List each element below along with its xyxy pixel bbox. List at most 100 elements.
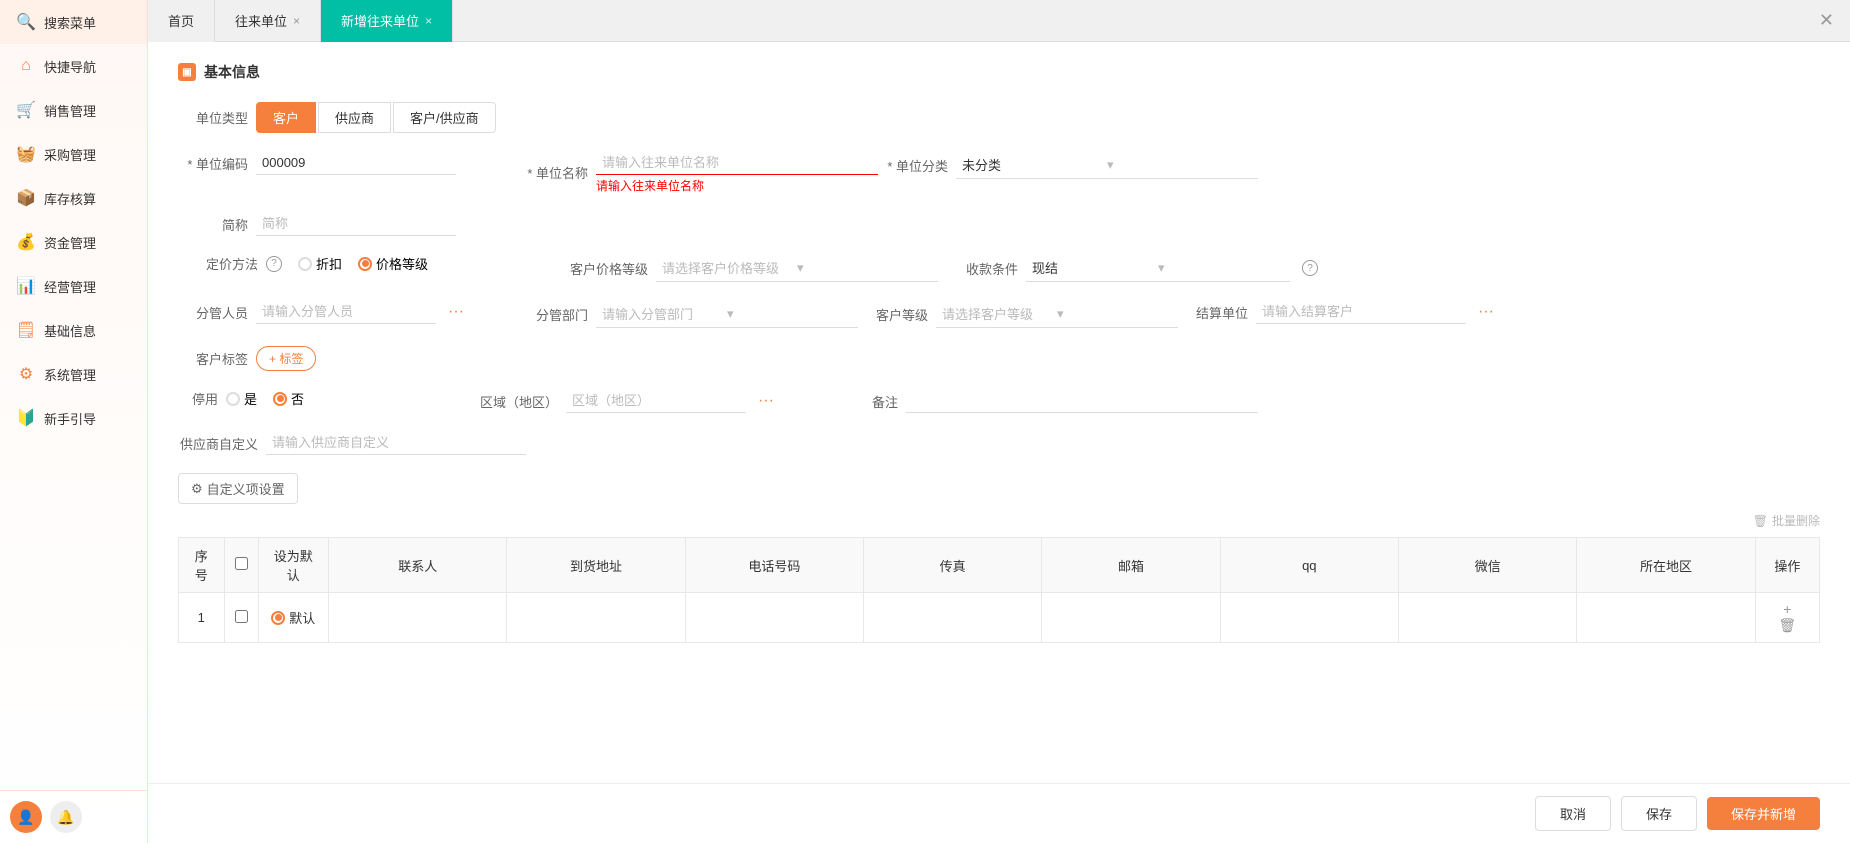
unit-type-label: 单位类型 [178,108,248,127]
pricing-radio-discount[interactable]: 折扣 [298,254,342,273]
batch-delete-label: 批量删除 [1772,512,1820,529]
unit-type-customer[interactable]: 客户 [256,102,316,133]
user-avatar[interactable]: 👤 [10,801,42,833]
manager-input[interactable] [256,300,436,324]
unit-category-dropdown[interactable]: 未分类 ▾ [956,151,1258,179]
tab-partner-close[interactable]: × [293,15,300,27]
payment-terms-dropdown[interactable]: 现结 ▾ [1026,254,1290,282]
short-name-row: 简称 [178,212,1820,236]
row-wechat-input[interactable] [1409,610,1566,625]
table-select-all[interactable] [235,557,248,570]
manager-label: 分管人员 [178,303,248,322]
row-contact-input[interactable] [339,610,496,625]
row-email-input[interactable] [1052,610,1209,625]
tab-partner[interactable]: 往来单位 × [215,0,321,42]
save-new-button[interactable]: 保存并新增 [1707,797,1820,830]
short-name-label: 简称 [178,215,248,234]
col-email: 邮箱 [1042,538,1220,593]
tab-new-partner-close[interactable]: × [425,15,432,27]
customer-level-dropdown[interactable]: 请选择客户等级 ▾ [936,300,1178,328]
col-action: 操作 [1755,538,1819,593]
disabled-yes[interactable]: 是 [226,389,257,408]
row-select[interactable] [235,610,248,623]
notification-btn[interactable]: 🔔 [50,801,82,833]
region-group: 区域（地区） ··· [478,389,858,413]
row-wechat[interactable] [1399,593,1577,643]
row-region-input[interactable] [1587,610,1744,625]
disabled-no-label: 否 [291,389,304,408]
sidebar-item-purchase[interactable]: 🧺 采购管理 [0,132,147,176]
row-fax[interactable] [864,593,1042,643]
region-more-btn[interactable]: ··· [754,392,778,410]
inventory-icon: 📦 [16,188,36,208]
short-name-input[interactable] [256,212,456,236]
sidebar-item-inventory[interactable]: 📦 库存核算 [0,176,147,220]
row-delete-btn[interactable]: 🗑 [1774,617,1800,633]
region-input[interactable] [566,389,746,413]
save-button[interactable]: 保存 [1621,796,1697,831]
col-address: 到货地址 [507,538,685,593]
row-region[interactable] [1577,593,1755,643]
customer-price-level-label: 客户价格等级 [558,259,648,278]
unit-code-group: * 单位编码 [178,151,518,175]
unit-code-input[interactable] [256,151,456,175]
form-content: ▣ 基本信息 单位类型 客户 供应商 客户/供应商 * 单位编码 * [148,42,1850,783]
row-phone-input[interactable] [696,610,853,625]
customer-price-level-dropdown[interactable]: 请选择客户价格等级 ▾ [656,254,938,282]
row-qq-input[interactable] [1231,610,1388,625]
add-tag-button[interactable]: + 标签 [256,346,316,371]
customize-settings-button[interactable]: ⚙ 自定义项设置 [178,473,298,504]
settlement-unit-input[interactable] [1256,300,1466,324]
sidebar-item-search[interactable]: 🔍 搜索菜单 [0,0,147,44]
sidebar-item-quick-nav[interactable]: ⌂ 快捷导航 [0,44,147,88]
unit-name-label: * 单位名称 [518,163,588,182]
pricing-radio-level[interactable]: 价格等级 [358,254,428,273]
row-actions: + 🗑 [1755,593,1819,643]
tab-new-partner[interactable]: 新增往来单位 × [321,0,453,42]
sidebar-item-basic[interactable]: 🗒 基础信息 [0,308,147,352]
tab-partner-label: 往来单位 [235,11,287,30]
row-fax-input[interactable] [874,610,1031,625]
settlement-unit-group: 结算单位 ··· [1178,300,1498,324]
row-address[interactable] [507,593,685,643]
sidebar-label-finance: 资金管理 [44,233,96,252]
batch-delete-wrap: 🗑 批量删除 [178,512,1820,529]
batch-delete-button[interactable]: 🗑 批量删除 [1753,512,1820,529]
unit-category-chevron: ▾ [1107,157,1252,173]
pricing-help-icon[interactable]: ? [266,256,282,272]
disabled-no[interactable]: 否 [273,389,304,408]
row-qq[interactable] [1220,593,1398,643]
payment-terms-value: 现结 [1032,258,1158,277]
system-icon: ⚙ [16,364,36,384]
cancel-button[interactable]: 取消 [1535,796,1611,831]
sidebar-item-system[interactable]: ⚙ 系统管理 [0,352,147,396]
supplier-custom-input[interactable] [266,431,526,455]
row-phone[interactable] [685,593,863,643]
unit-type-supplier[interactable]: 供应商 [318,102,391,133]
sidebar-item-finance[interactable]: 💰 资金管理 [0,220,147,264]
row-default-radio[interactable]: 默认 [269,608,319,627]
sidebar-item-guide[interactable]: 🔰 新手引导 [0,396,147,440]
pricing-radio-group: 折扣 价格等级 [298,254,428,273]
row-address-input[interactable] [517,610,674,625]
tab-home[interactable]: 首页 [148,0,215,42]
row-add-btn[interactable]: + [1779,601,1795,617]
row-contact[interactable] [329,593,507,643]
sidebar-item-operation[interactable]: 📊 经营管理 [0,264,147,308]
window-close-btn[interactable]: ✕ [1803,10,1850,31]
tab-home-label: 首页 [168,11,194,30]
tab-bar: 首页 往来单位 × 新增往来单位 × ✕ [148,0,1850,42]
contacts-table: 序号 设为默认 联系人 到货地址 电话号码 传真 邮箱 qq 微信 所在地区 操… [178,537,1820,643]
col-wechat: 微信 [1399,538,1577,593]
row-default-label: 默认 [289,608,315,627]
payment-terms-help-icon[interactable]: ? [1302,260,1318,276]
unit-name-input[interactable] [596,151,878,175]
settlement-unit-more-btn[interactable]: ··· [1474,303,1498,321]
manager-more-btn[interactable]: ··· [444,303,468,321]
unit-type-both[interactable]: 客户/供应商 [393,102,496,133]
department-dropdown[interactable]: 请输入分管部门 ▾ [596,300,858,328]
row-email[interactable] [1042,593,1220,643]
tab-new-partner-label: 新增往来单位 [341,11,419,30]
sidebar-item-sales[interactable]: 🛒 销售管理 [0,88,147,132]
remark-input[interactable] [906,389,1258,413]
